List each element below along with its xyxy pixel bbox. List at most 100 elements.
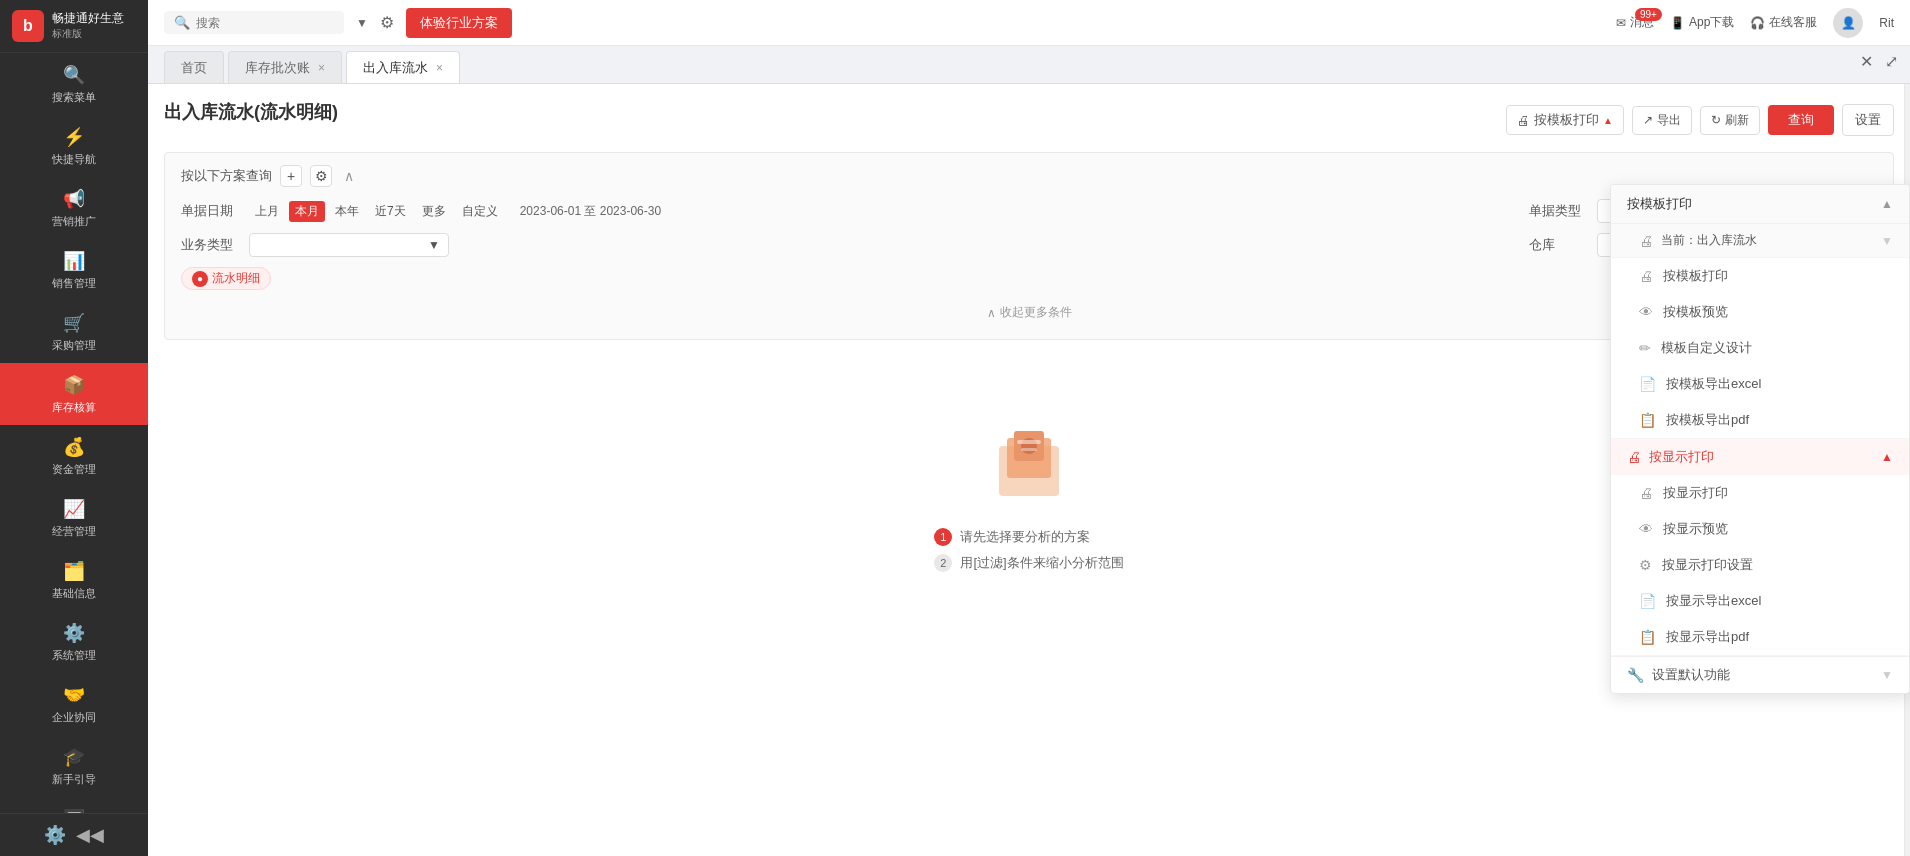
collapse-up-icon: ∧ [987, 306, 996, 320]
display-print-settings-item[interactable]: ⚙ 按显示打印设置 [1611, 547, 1909, 583]
sidebar-item-basic[interactable]: 🗂️ 基础信息 [0, 549, 148, 611]
filter-tag-label: 流水明细 [212, 270, 260, 287]
user-avatar[interactable]: 👤 [1833, 8, 1863, 38]
sidebar-label-sales: 销售管理 [52, 276, 96, 291]
sidebar-item-search[interactable]: 🔍 搜索菜单 [0, 53, 148, 115]
date-opt-custom[interactable]: 自定义 [456, 201, 504, 222]
refresh-icon: ↻ [1711, 113, 1721, 127]
date-opt-last-month[interactable]: 上月 [249, 201, 285, 222]
template-preview-item[interactable]: 👁 按模板预览 [1611, 294, 1909, 330]
app-sub: 标准版 [52, 27, 124, 41]
sidebar-item-guide[interactable]: 🎓 新手引导 [0, 735, 148, 797]
step-1-label: 请先选择要分析的方案 [960, 528, 1090, 546]
tab-home[interactable]: 首页 [164, 51, 224, 83]
sidebar-item-apps[interactable]: 🔲 应用中心 [0, 797, 148, 813]
search-icon: 🔍 [63, 64, 85, 86]
topbar-dropdown-icon[interactable]: ▼ [356, 16, 368, 30]
date-opt-this-year[interactable]: 本年 [329, 201, 365, 222]
preview-icon: 👁 [1639, 304, 1653, 320]
pdf-icon-2: 📋 [1639, 629, 1656, 645]
filter-add-btn[interactable]: + [280, 165, 302, 187]
date-opt-last7[interactable]: 近7天 [369, 201, 412, 222]
sidebar-label-basic: 基础信息 [52, 586, 96, 601]
search-input[interactable] [196, 16, 334, 30]
template-excel-item[interactable]: 📄 按模板导出excel [1611, 366, 1909, 402]
msg-icon: ✉ [1616, 16, 1626, 30]
step-num-2: 2 [934, 554, 952, 572]
industry-btn[interactable]: 体验行业方案 [406, 8, 512, 38]
display-preview-item[interactable]: 👁 按显示预览 [1611, 511, 1909, 547]
sidebar-item-marketing[interactable]: 📢 营销推广 [0, 177, 148, 239]
sidebar-label-finance: 资金管理 [52, 462, 96, 477]
page-content: 出入库流水(流水明细) 🖨 按模板打印 ▲ ↗ 导出 ↻ 刷新 查询 设置 [148, 84, 1910, 856]
chevron-down-icon-biz: ▼ [428, 238, 440, 252]
username[interactable]: Rit [1879, 16, 1894, 30]
tab-label-flow: 出入库流水 [363, 59, 428, 77]
app-download-btn[interactable]: 📱 App下载 [1670, 14, 1734, 31]
template-custom-item[interactable]: ✏ 模板自定义设计 [1611, 330, 1909, 366]
tab-close-flow[interactable]: × [436, 61, 443, 75]
sidebar-settings-icon[interactable]: ⚙️ [44, 824, 66, 846]
pdf-icon-1: 📋 [1639, 412, 1656, 428]
sidebar-item-inventory[interactable]: 📦 库存核算 [0, 363, 148, 425]
template-print-label: 按模板打印 [1663, 267, 1893, 285]
template-custom-label: 模板自定义设计 [1661, 339, 1893, 357]
topbar-gear-icon[interactable]: ⚙ [380, 13, 394, 32]
display-print-icon: 🖨 [1627, 449, 1641, 465]
query-btn[interactable]: 查询 [1768, 105, 1834, 135]
display-excel-item[interactable]: 📄 按显示导出excel [1611, 583, 1909, 619]
tab-flow[interactable]: 出入库流水 × [346, 51, 460, 83]
date-opt-more[interactable]: 更多 [416, 201, 452, 222]
display-print-item[interactable]: 🖨 按显示打印 [1611, 475, 1909, 511]
filter-tag[interactable]: ● 流水明细 [181, 267, 271, 290]
sidebar-item-quick[interactable]: ⚡ 快捷导航 [0, 115, 148, 177]
sidebar-item-operation[interactable]: 📈 经营管理 [0, 487, 148, 549]
template-print-item[interactable]: 🖨 按模板打印 [1611, 258, 1909, 294]
sidebar-item-sales[interactable]: 📊 销售管理 [0, 239, 148, 301]
page-actions: 🖨 按模板打印 ▲ ↗ 导出 ↻ 刷新 查询 设置 [1506, 104, 1894, 136]
service-btn[interactable]: 🎧 在线客服 [1750, 14, 1817, 31]
biz-type-select[interactable]: ▼ [249, 233, 449, 257]
operation-icon: 📈 [63, 498, 85, 520]
sidebar-collapse-icon[interactable]: ◀◀ [76, 824, 104, 846]
tab-close-btn[interactable]: ✕ [1856, 48, 1877, 75]
sidebar-item-coop[interactable]: 🤝 企业协同 [0, 673, 148, 735]
tab-maximize-btn[interactable]: ⤢ [1881, 48, 1902, 75]
sidebar-item-finance[interactable]: 💰 资金管理 [0, 425, 148, 487]
tab-close-batch[interactable]: × [318, 61, 325, 75]
date-range: 2023-06-01 至 2023-06-30 [520, 203, 661, 220]
service-label: 在线客服 [1769, 14, 1817, 31]
filter-collapse-btn[interactable]: ∧ [344, 168, 354, 184]
biz-type-label: 业务类型 [181, 236, 241, 254]
display-print-subheader[interactable]: 🖨 按显示打印 ▲ [1611, 439, 1909, 475]
finance-icon: 💰 [63, 436, 85, 458]
empty-step-2: 2 用[过滤]条件来缩小分析范围 [934, 554, 1123, 572]
doc-type-label: 单据类型 [1529, 202, 1589, 220]
filter-settings-btn[interactable]: ⚙ [310, 165, 332, 187]
sidebar-label-purchase: 采购管理 [52, 338, 96, 353]
msg-btn[interactable]: ✉ 消息 99+ [1616, 14, 1654, 31]
sidebar-item-system[interactable]: ⚙️ 系统管理 [0, 611, 148, 673]
template-pdf-label: 按模板导出pdf [1666, 411, 1893, 429]
topbar-search-box[interactable]: 🔍 [164, 11, 344, 34]
dropdown-collapse-icon[interactable]: ▲ [1881, 197, 1893, 211]
display-pdf-item[interactable]: 📋 按显示导出pdf [1611, 619, 1909, 655]
dropdown-header-title: 按模板打印 [1627, 195, 1692, 213]
date-options: 上月 本月 本年 近7天 更多 自定义 [249, 201, 504, 222]
refresh-btn[interactable]: ↻ 刷新 [1700, 106, 1760, 135]
sidebar: b 畅捷通好生意 标准版 🔍 搜索菜单 ⚡ 快捷导航 📢 营销推广 📊 销售管理… [0, 0, 148, 856]
inventory-icon: 📦 [63, 374, 85, 396]
export-btn[interactable]: ↗ 导出 [1632, 106, 1692, 135]
sidebar-item-purchase[interactable]: 🛒 采购管理 [0, 301, 148, 363]
main-area: 🔍 ▼ ⚙ 体验行业方案 ✉ 消息 99+ 📱 App下载 🎧 在线客服 👤 R… [148, 0, 1910, 856]
topbar-right: ✉ 消息 99+ 📱 App下载 🎧 在线客服 👤 Rit [1616, 8, 1894, 38]
printer-icon: 🖨 [1639, 268, 1653, 284]
sidebar-bottom: ⚙️ ◀◀ [0, 813, 148, 856]
print-template-btn[interactable]: 🖨 按模板打印 ▲ [1506, 105, 1624, 135]
template-pdf-item[interactable]: 📋 按模板导出pdf [1611, 402, 1909, 438]
tab-batch[interactable]: 库存批次账× [228, 51, 342, 83]
date-opt-this-month[interactable]: 本月 [289, 201, 325, 222]
excel-icon-2: 📄 [1639, 593, 1656, 609]
settings-btn[interactable]: 设置 [1842, 104, 1894, 136]
dropdown-footer[interactable]: 🔧 设置默认功能 ▼ [1611, 656, 1909, 693]
